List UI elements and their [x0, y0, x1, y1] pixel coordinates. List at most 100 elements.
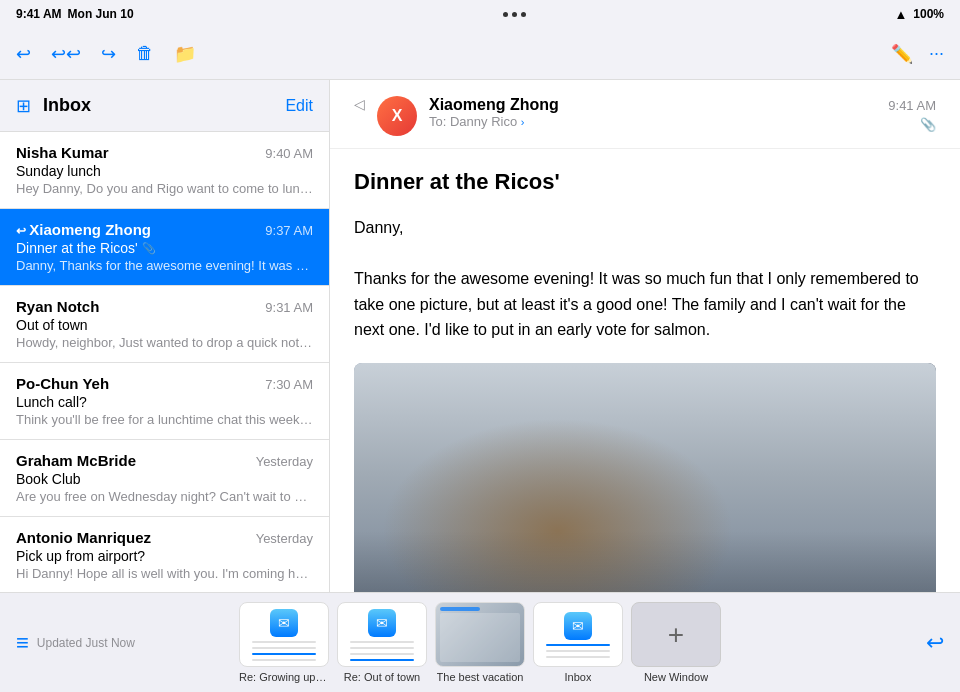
email-subject: Dinner at the Ricos' 📎: [16, 240, 313, 256]
email-body: Danny, Thanks for the awesome evening! I…: [354, 215, 936, 343]
email-item-header: Po-Chun Yeh 7:30 AM: [16, 375, 313, 392]
email-view: ◁ X Xiaomeng Zhong To: Danny Rico › 9:41…: [330, 80, 960, 592]
toolbar-left: ↩ ↩↩ ↪ 🗑 📁: [16, 43, 196, 65]
app-window-thumb-4: ✉: [533, 602, 623, 667]
inbox-header: ⊞ Inbox Edit: [0, 80, 329, 132]
dot2: [512, 12, 517, 17]
email-sender: ↩ Xiaomeng Zhong: [16, 221, 151, 238]
more-button[interactable]: ···: [929, 43, 944, 64]
email-item-selected[interactable]: ↩ Xiaomeng Zhong 9:37 AM Dinner at the R…: [0, 209, 329, 286]
email-view-sender: Xiaomeng Zhong: [429, 96, 876, 114]
email-subject: Lunch call?: [16, 394, 313, 410]
email-image: [354, 363, 936, 592]
reply-icon[interactable]: ↩: [926, 630, 944, 656]
inbox-title: Inbox: [43, 95, 91, 116]
email-view-meta-info: Xiaomeng Zhong To: Danny Rico ›: [429, 96, 876, 129]
inbox-header-left: ⊞ Inbox: [16, 95, 91, 117]
app-window-label-1: Re: Growing up the hall: [239, 671, 329, 683]
email-item-header: ↩ Xiaomeng Zhong 9:37 AM: [16, 221, 313, 238]
email-item[interactable]: Po-Chun Yeh 7:30 AM Lunch call? Think yo…: [0, 363, 329, 440]
app-window-thumb-1: ✉: [239, 602, 329, 667]
email-subject: Out of town: [16, 317, 313, 333]
email-preview: Hi Danny! Hope all is well with you. I'm…: [16, 566, 313, 581]
sidebar-toggle-icon[interactable]: ⊞: [16, 95, 31, 117]
app-window-card-3[interactable]: The best vacation: [435, 602, 525, 683]
mail-icon-2: ✉: [368, 609, 396, 637]
dock-left: ≡ Updated Just Now: [16, 630, 135, 656]
app-window-label-new: New Window: [644, 671, 708, 683]
reply-all-button[interactable]: ↩↩: [51, 43, 81, 65]
dot3: [521, 12, 526, 17]
email-subject: Sunday lunch: [16, 163, 313, 179]
email-item[interactable]: Graham McBride Yesterday Book Club Are y…: [0, 440, 329, 517]
email-preview: Think you'll be free for a lunchtime cha…: [16, 412, 313, 427]
email-sender: Antonio Manriquez: [16, 529, 151, 546]
email-item-header: Nisha Kumar 9:40 AM: [16, 144, 313, 161]
status-bar-left: 9:41 AM Mon Jun 10: [16, 7, 134, 21]
email-sender: Ryan Notch: [16, 298, 99, 315]
email-sender: Nisha Kumar: [16, 144, 109, 161]
email-item[interactable]: Ryan Notch 9:31 AM Out of town Howdy, ne…: [0, 286, 329, 363]
email-time: 9:40 AM: [265, 146, 313, 161]
app-window-card-1[interactable]: ✉ Re: Growing up the hall: [239, 602, 329, 683]
email-sender: Po-Chun Yeh: [16, 375, 109, 392]
email-item-header: Ryan Notch 9:31 AM: [16, 298, 313, 315]
email-subject: Pick up from airport?: [16, 548, 313, 564]
email-preview: Danny, Thanks for the awesome evening! I…: [16, 258, 313, 273]
email-sender: Graham McBride: [16, 452, 136, 469]
email-subject-heading: Dinner at the Ricos': [354, 169, 936, 195]
email-item-header: Antonio Manriquez Yesterday: [16, 529, 313, 546]
forward-button[interactable]: ↪: [101, 43, 116, 65]
app-window-thumb-3: [435, 602, 525, 667]
email-view-header: ◁ X Xiaomeng Zhong To: Danny Rico › 9:41…: [330, 80, 960, 149]
inbox-edit-button[interactable]: Edit: [285, 97, 313, 115]
app-window-label-4: Inbox: [565, 671, 592, 683]
folder-button[interactable]: 📁: [174, 43, 196, 65]
back-arrow-icon[interactable]: ◁: [354, 96, 365, 112]
email-view-time-area: 9:41 AM 📎: [888, 96, 936, 132]
email-time: 7:30 AM: [265, 377, 313, 392]
mail-icon-1: ✉: [270, 609, 298, 637]
status-bar-center: [503, 12, 526, 17]
status-bar: 9:41 AM Mon Jun 10 ▲ 100%: [0, 0, 960, 28]
avatar: X: [377, 96, 417, 136]
email-content[interactable]: Dinner at the Ricos' Danny, Thanks for t…: [330, 149, 960, 592]
dock-right: ↩: [926, 630, 944, 656]
email-list: Nisha Kumar 9:40 AM Sunday lunch Hey Dan…: [0, 132, 329, 592]
email-time: 9:37 AM: [265, 223, 313, 238]
main-container: ↩ ↩↩ ↪ 🗑 📁 ✏️ ··· ⊞ Inbox Edit: [0, 28, 960, 692]
email-item[interactable]: Nisha Kumar 9:40 AM Sunday lunch Hey Dan…: [0, 132, 329, 209]
email-preview: Are you free on Wednesday night? Can't w…: [16, 489, 313, 504]
reply-back-button[interactable]: ↩: [16, 43, 31, 65]
reply-indicator: ↩: [16, 224, 29, 238]
status-day: Mon Jun 10: [68, 7, 134, 21]
status-time: 9:41 AM: [16, 7, 62, 21]
app-switcher: ✉ Re: Growing up the hall ✉: [239, 602, 721, 683]
email-item[interactable]: Antonio Manriquez Yesterday Pick up from…: [0, 517, 329, 592]
dot1: [503, 12, 508, 17]
bottom-dock: ≡ Updated Just Now ✉ Re: Growing up the …: [0, 592, 960, 692]
wifi-icon: ▲: [894, 7, 907, 22]
trash-button[interactable]: 🗑: [136, 43, 154, 64]
new-window-plus-icon: +: [668, 619, 684, 651]
app-window-card-4[interactable]: ✉ Inbox: [533, 602, 623, 683]
chevron-icon[interactable]: ›: [521, 116, 525, 128]
app-window-card-new[interactable]: + New Window: [631, 602, 721, 683]
email-item-header: Graham McBride Yesterday: [16, 452, 313, 469]
email-toolbar: ↩ ↩↩ ↪ 🗑 📁 ✏️ ···: [0, 28, 960, 80]
email-view-to: To: Danny Rico ›: [429, 114, 876, 129]
compose-button[interactable]: ✏️: [891, 43, 913, 65]
mail-icon-4: ✉: [564, 612, 592, 640]
email-time: Yesterday: [256, 531, 313, 546]
email-view-meta: ◁ X Xiaomeng Zhong To: Danny Rico › 9:41…: [354, 96, 936, 136]
attachment-icon: 📎: [142, 242, 156, 255]
app-window-card-2[interactable]: ✉ Re: Out of town: [337, 602, 427, 683]
mail-list-icon[interactable]: ≡: [16, 630, 29, 656]
attachment-indicator: 📎: [920, 117, 936, 132]
app-window-label-2: Re: Out of town: [344, 671, 420, 683]
status-bar-right: ▲ 100%: [894, 7, 944, 22]
battery-level: 100%: [913, 7, 944, 21]
content-area: ⊞ Inbox Edit Nisha Kumar 9:40 AM Sunday …: [0, 80, 960, 592]
inbox-sidebar: ⊞ Inbox Edit Nisha Kumar 9:40 AM Sunday …: [0, 80, 330, 592]
app-window-thumb-2: ✉: [337, 602, 427, 667]
